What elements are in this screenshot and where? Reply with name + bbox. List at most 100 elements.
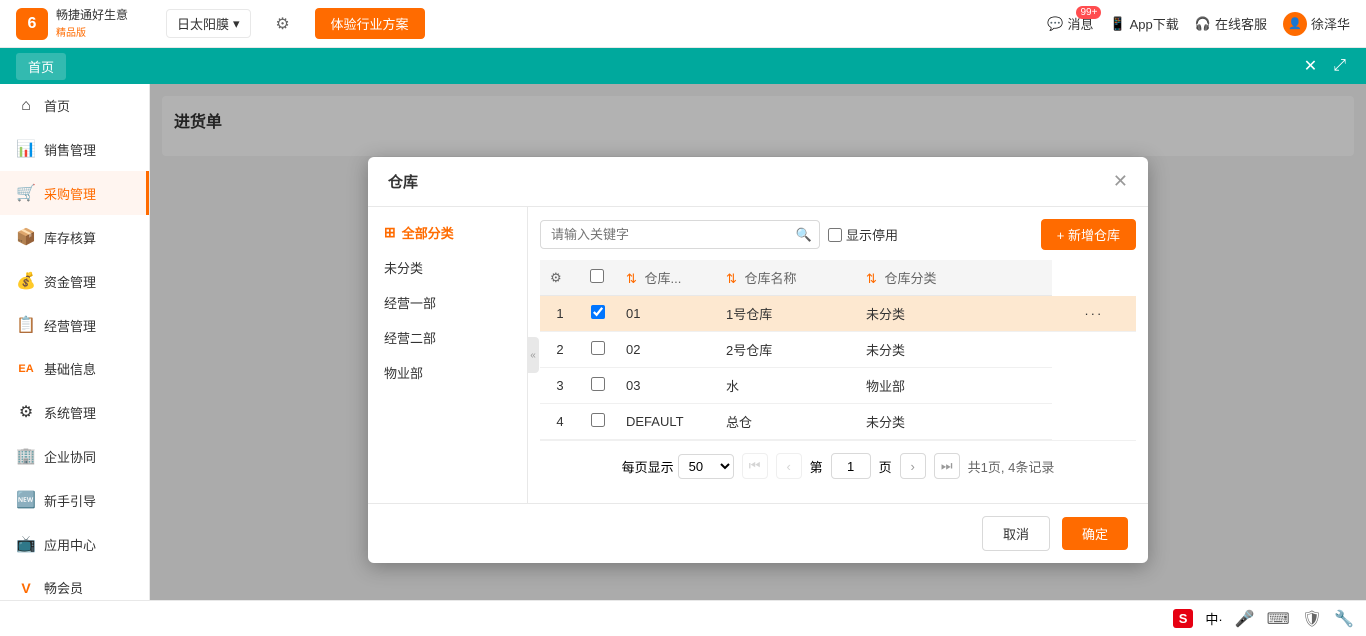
s-logo: S: [1173, 609, 1194, 628]
sidebar-item-label: 新手引导: [44, 491, 96, 510]
table-row[interactable]: 2 02 2号仓库 未分类: [540, 332, 1136, 368]
category-sidebar: ⊞ 全部分类 未分类 经营一部 经营二部 物业部: [368, 207, 528, 503]
cat-item-property[interactable]: 物业部: [368, 355, 527, 390]
sidebar-item-operation[interactable]: 📋 经营管理: [0, 303, 149, 347]
shield-icon[interactable]: 🛡: [1302, 609, 1322, 629]
sidebar-item-label: 应用中心: [44, 535, 96, 554]
message-button[interactable]: 💬 消息 99+: [1047, 14, 1093, 33]
cancel-button[interactable]: 取消: [982, 516, 1050, 551]
show-disabled-checkbox[interactable]: [828, 228, 842, 242]
sidebar-item-guide[interactable]: 🆕 新手引导: [0, 478, 149, 522]
sidebar-item-company[interactable]: 🏢 企业协同: [0, 434, 149, 478]
sidebar-item-system[interactable]: ⚙ 系统管理: [0, 390, 149, 434]
logo-icon: 6: [16, 8, 48, 40]
row-code: 01: [616, 296, 716, 332]
search-input[interactable]: [540, 220, 820, 249]
row-checkbox[interactable]: [591, 377, 605, 391]
tab-home[interactable]: 首页: [16, 53, 66, 80]
row-category: 未分类: [856, 332, 1052, 368]
online-service-button[interactable]: 🎧 在线客服: [1195, 14, 1267, 33]
per-page-select[interactable]: 50 10 20 100: [678, 454, 734, 479]
cat-label: 全部分类: [402, 223, 454, 242]
page-number-input[interactable]: [831, 453, 871, 479]
modal-main: 🔍 显示停用 + 新增仓库: [528, 207, 1148, 503]
sidebar-item-label: 系统管理: [44, 403, 96, 422]
sidebar-item-purchase[interactable]: 🛒 采购管理: [0, 171, 149, 215]
bottom-bar: S 中· 🎤 ⌨ 🛡 🔧: [0, 600, 1366, 636]
prev-page-button[interactable]: ‹: [776, 453, 802, 479]
store-selector[interactable]: 日太阳膜 ▾: [166, 9, 251, 38]
modal-body: ⊞ 全部分类 未分类 经营一部 经营二部 物业部: [368, 207, 1148, 503]
show-disabled-label: 显示停用: [846, 225, 898, 244]
search-icon[interactable]: 🔍: [796, 227, 812, 243]
keyboard-icon[interactable]: ⌨: [1267, 609, 1290, 629]
sidebar-item-finance[interactable]: 💰 资金管理: [0, 259, 149, 303]
show-disabled-checkbox-label[interactable]: 显示停用: [828, 225, 898, 244]
row-name: 总仓: [716, 404, 856, 440]
sidebar: ⌂ 首页 📊 销售管理 🛒 采购管理 📦 库存核算 💰 资金管理 📋 经营管理 …: [0, 84, 150, 636]
row-checkbox[interactable]: [591, 341, 605, 355]
th-checkbox: [580, 260, 616, 296]
message-badge: 99+: [1076, 6, 1101, 19]
row-checkbox[interactable]: [591, 305, 605, 319]
cat-label: 经营一部: [384, 293, 436, 312]
page-suffix: 页: [879, 457, 892, 476]
sub-header-actions: ✕ ⤢: [1300, 52, 1350, 80]
main-layout: ⌂ 首页 📊 销售管理 🛒 采购管理 📦 库存核算 💰 资金管理 📋 经营管理 …: [0, 84, 1366, 636]
th-category[interactable]: ⇅ 仓库分类: [856, 260, 1052, 296]
next-page-button[interactable]: ›: [900, 453, 926, 479]
mic-icon[interactable]: 🎤: [1235, 609, 1255, 629]
row-checkbox-cell: [580, 368, 616, 404]
avatar: 👤: [1283, 12, 1307, 36]
sidebar-item-home[interactable]: ⌂ 首页: [0, 84, 149, 127]
guide-icon: 🆕: [16, 490, 36, 510]
row-num: 3: [540, 368, 580, 404]
row-actions[interactable]: ···: [1052, 296, 1136, 332]
expand-button[interactable]: ⤢: [1329, 53, 1350, 79]
cat-item-all[interactable]: ⊞ 全部分类: [368, 215, 527, 250]
settings-gear-button[interactable]: ⚙: [267, 8, 299, 40]
sort-code-icon: ⇅: [626, 271, 637, 286]
cat-item-op2[interactable]: 经营二部: [368, 320, 527, 355]
close-tab-button[interactable]: ✕: [1300, 52, 1321, 80]
sidebar-item-label: 畅会员: [44, 578, 83, 597]
user-profile-button[interactable]: 👤 徐泽华: [1283, 12, 1350, 36]
row-code: DEFAULT: [616, 404, 716, 440]
table-row[interactable]: 3 03 水 物业部: [540, 368, 1136, 404]
row-checkbox[interactable]: [591, 413, 605, 427]
sidebar-item-label: 采购管理: [44, 184, 96, 203]
basic-icon: EA: [16, 363, 36, 375]
vip-icon: V: [16, 580, 36, 596]
logo-area: 6 畅捷通好生意 精品版: [16, 8, 166, 40]
cat-item-uncat[interactable]: 未分类: [368, 250, 527, 285]
store-name: 日太阳膜: [177, 14, 229, 33]
th-name[interactable]: ⇅ 仓库名称: [716, 260, 856, 296]
cat-item-op1[interactable]: 经营一部: [368, 285, 527, 320]
modal-close-button[interactable]: ✕: [1113, 171, 1128, 192]
inventory-icon: 📦: [16, 227, 36, 247]
row-num: 2: [540, 332, 580, 368]
sidebar-item-basic[interactable]: EA 基础信息: [0, 347, 149, 390]
sidebar-item-sales[interactable]: 📊 销售管理: [0, 127, 149, 171]
row-name: 2号仓库: [716, 332, 856, 368]
first-page-button[interactable]: ⏮: [742, 453, 768, 479]
table-header-row: ⚙ ⇅ 仓库... ⇅ 仓库名称: [540, 260, 1136, 296]
row-category: 未分类: [856, 404, 1052, 440]
new-warehouse-button[interactable]: + 新增仓库: [1041, 219, 1136, 250]
last-page-button[interactable]: ⏭: [934, 453, 960, 479]
search-input-wrap: 🔍: [540, 220, 820, 249]
sidebar-item-appcenter[interactable]: 📺 应用中心: [0, 522, 149, 566]
industry-btn[interactable]: 体验行业方案: [315, 8, 425, 39]
sidebar-item-inventory[interactable]: 📦 库存核算: [0, 215, 149, 259]
select-all-checkbox[interactable]: [590, 269, 604, 283]
tools-icon[interactable]: 🔧: [1334, 609, 1354, 629]
table-row[interactable]: 1 01 1号仓库 未分类···: [540, 296, 1136, 332]
th-settings: ⚙: [540, 260, 580, 296]
th-cat-label: 仓库分类: [885, 271, 937, 286]
table-row[interactable]: 4 DEFAULT 总仓 未分类: [540, 404, 1136, 440]
purchase-icon: 🛒: [16, 183, 36, 203]
collapse-sidebar-button[interactable]: «: [527, 337, 539, 373]
th-code[interactable]: ⇅ 仓库...: [616, 260, 716, 296]
app-download-button[interactable]: 📱 App下载: [1109, 14, 1178, 33]
confirm-button[interactable]: 确定: [1062, 517, 1128, 550]
